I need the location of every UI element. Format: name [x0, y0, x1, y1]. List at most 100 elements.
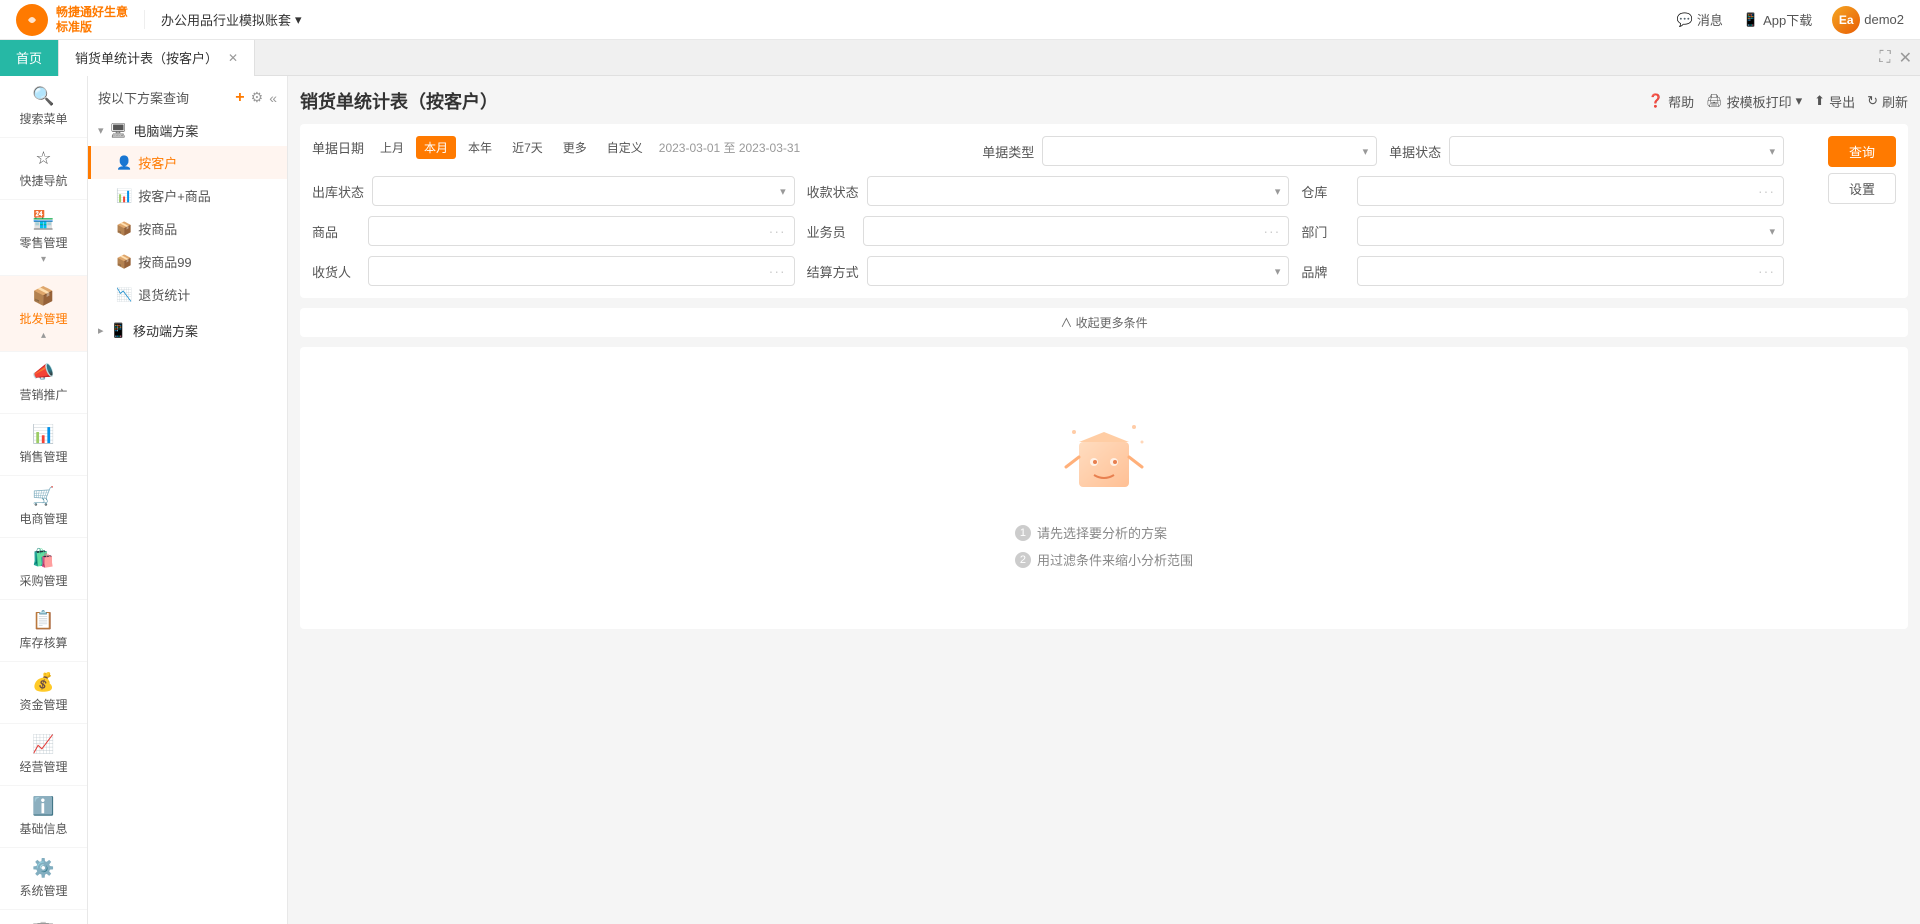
nav-item-return-stats[interactable]: 📉 退货统计: [88, 278, 287, 311]
content-panel: 按以下方案查询 + ⚙ « ▾ 🖥 电脑端方案 👤 按客户: [88, 76, 1920, 924]
type-select[interactable]: ▾: [1042, 136, 1377, 166]
date-btn-this-month[interactable]: 本月: [416, 136, 456, 159]
sidebar-item-enterprise[interactable]: 🏢 企业协同: [0, 910, 87, 924]
app-download-button[interactable]: 📱 App下载: [1743, 10, 1812, 29]
department-arrow-icon: ▾: [1769, 225, 1775, 238]
refresh-button[interactable]: ↻ 刷新: [1867, 92, 1908, 111]
sidebar-item-sales[interactable]: 📊 销售管理: [0, 414, 87, 476]
sidebar-operations-label: 经营管理: [19, 758, 67, 775]
salesperson-input[interactable]: ···: [863, 216, 1290, 246]
filter-row-3: 商品 ··· 业务员 ···: [312, 216, 1896, 246]
user-menu-button[interactable]: Ea demo2: [1832, 6, 1904, 34]
brand-input[interactable]: ···: [1357, 256, 1784, 286]
chevron-up-icon: ▴: [41, 330, 46, 341]
sales-icon: 📊: [32, 424, 54, 445]
status-arrow-icon: ▾: [1769, 145, 1775, 158]
date-btn-prev-month[interactable]: 上月: [372, 136, 412, 159]
salesperson-label: 业务员: [807, 222, 855, 241]
purchase-icon: 🛍️: [32, 548, 54, 569]
settings-scheme-button[interactable]: ⚙: [251, 89, 264, 106]
sidebar-item-basic-info[interactable]: ℹ️ 基础信息: [0, 786, 87, 848]
sidebar-item-marketing[interactable]: 📣 营销推广: [0, 352, 87, 414]
print-button[interactable]: 🖨 按模板打印 ▾: [1706, 92, 1802, 111]
empty-tip-1: 1 请先选择要分析的方案: [1015, 523, 1193, 542]
left-nav-header: 按以下方案查询 + ⚙ «: [88, 84, 287, 115]
sidebar-item-wholesale[interactable]: 📦 批发管理 ▴: [0, 276, 87, 352]
out-status-select[interactable]: ▾: [372, 176, 795, 206]
receipt-status-select[interactable]: ▾: [867, 176, 1290, 206]
settlement-select[interactable]: ▾: [867, 256, 1290, 286]
sidebar-item-ecommerce[interactable]: 🛒 电商管理: [0, 476, 87, 538]
home-tab-label: 首页: [16, 48, 42, 67]
out-status-arrow-icon: ▾: [780, 185, 786, 198]
nav-item-by-goods[interactable]: 📦 按商品: [88, 212, 287, 245]
sidebar-item-inventory[interactable]: 📋 库存核算: [0, 600, 87, 662]
sidebar-item-quick-nav[interactable]: ☆ 快捷导航: [0, 138, 87, 200]
nav-group-mobile-header[interactable]: ▸ 📱 移动端方案: [88, 315, 287, 346]
tip-num-1: 1: [1015, 525, 1031, 541]
sidebar-item-search-menu[interactable]: 🔍 搜索菜单: [0, 76, 87, 138]
receiver-cell: 收货人 ···: [312, 256, 795, 286]
sidebar-item-retail[interactable]: 🏪 零售管理 ▾: [0, 200, 87, 276]
close-window-icon[interactable]: ✕: [1899, 48, 1912, 68]
page-title: 销货单统计表（按客户）: [300, 88, 498, 114]
settlement-arrow-icon: ▾: [1275, 265, 1281, 278]
nav-group-desktop-header[interactable]: ▾ 🖥 电脑端方案: [88, 115, 287, 146]
wholesale-icon: 📦: [32, 286, 54, 307]
nav-item-by-customer[interactable]: 👤 按客户: [88, 146, 287, 179]
sidebar-marketing-label: 营销推广: [19, 386, 67, 403]
sidebar-sales-label: 销售管理: [19, 448, 67, 465]
collapse-bar-button[interactable]: ∧ 收起更多条件: [300, 308, 1908, 337]
receiver-input[interactable]: ···: [368, 256, 795, 286]
sidebar-quicknav-label: 快捷导航: [19, 172, 67, 189]
logo-area: 畅捷通好生意 标准版 办公用品行业模拟账套 ▾: [16, 4, 302, 36]
department-cell: 部门 ▾: [1301, 216, 1784, 246]
tab-close-icon[interactable]: ✕: [228, 51, 238, 65]
operations-icon: 📈: [32, 734, 54, 755]
add-scheme-button[interactable]: +: [235, 89, 244, 107]
tab-home[interactable]: 首页: [0, 40, 59, 76]
empty-tip-2: 2 用过滤条件来缩小分析范围: [1015, 550, 1193, 569]
sidebar-item-system[interactable]: ⚙️ 系统管理: [0, 848, 87, 910]
message-button[interactable]: 💬 消息: [1677, 10, 1723, 29]
sidebar-item-operations[interactable]: 📈 经营管理: [0, 724, 87, 786]
refresh-icon: ↻: [1867, 93, 1878, 109]
goods-input[interactable]: ···: [368, 216, 795, 246]
tip-text-2: 用过滤条件来缩小分析范围: [1037, 550, 1193, 569]
date-btn-more[interactable]: 更多: [555, 136, 595, 159]
search-icon: 🔍: [32, 86, 54, 107]
status-label: 单据状态: [1389, 142, 1441, 161]
empty-tips: 1 请先选择要分析的方案 2 用过滤条件来缩小分析范围: [1015, 523, 1193, 569]
goods-icon: 📦: [116, 221, 132, 237]
collapse-bar-label: ∧ 收起更多条件: [1060, 316, 1147, 330]
date-btn-this-year[interactable]: 本年: [460, 136, 500, 159]
logo-icon: [16, 4, 48, 36]
query-button[interactable]: 查询: [1828, 136, 1896, 167]
app-selector[interactable]: 办公用品行业模拟账套 ▾: [144, 10, 302, 29]
help-button[interactable]: ❓ 帮助: [1648, 92, 1694, 111]
collapse-panel-button[interactable]: «: [269, 90, 277, 106]
header-right: 💬 消息 📱 App下载 Ea demo2: [1677, 6, 1904, 34]
logo-text: 畅捷通好生意 标准版: [56, 5, 128, 34]
goods-cell: 商品 ···: [312, 216, 795, 246]
tab-sales-stat[interactable]: 销货单统计表（按客户） ✕: [59, 40, 255, 76]
main-layout: 🔍 搜索菜单 ☆ 快捷导航 🏪 零售管理 ▾ 📦 批发管理 ▴ 📣 营销推广 📊…: [0, 76, 1920, 924]
warehouse-input[interactable]: ···: [1357, 176, 1784, 206]
empty-state: 1 请先选择要分析的方案 2 用过滤条件来缩小分析范围: [300, 347, 1908, 629]
nav-item-by-goods-99[interactable]: 📦 按商品99: [88, 245, 287, 278]
date-btn-7days[interactable]: 近7天: [504, 136, 551, 159]
date-filter-cell: 单据日期 上月 本月 本年 近7天 更多 自定义 2023-03-01 至 20…: [312, 136, 970, 159]
receipt-status-label: 收款状态: [807, 182, 859, 201]
left-nav: 按以下方案查询 + ⚙ « ▾ 🖥 电脑端方案 👤 按客户: [88, 76, 288, 924]
nav-item-by-customer-goods[interactable]: 📊 按客户+商品: [88, 179, 287, 212]
maximize-window-icon[interactable]: ⛶: [1879, 49, 1890, 67]
sidebar-item-finance[interactable]: 💰 资金管理: [0, 662, 87, 724]
sidebar-wholesale-label: 批发管理: [19, 310, 67, 327]
date-btn-custom[interactable]: 自定义: [599, 136, 651, 159]
settings-button[interactable]: 设置: [1828, 173, 1896, 204]
export-button[interactable]: ⬆ 导出: [1814, 92, 1855, 111]
department-select[interactable]: ▾: [1357, 216, 1784, 246]
status-select[interactable]: ▾: [1449, 136, 1784, 166]
sidebar-item-purchase[interactable]: 🛍️ 采购管理: [0, 538, 87, 600]
print-icon: 🖨: [1706, 93, 1723, 109]
